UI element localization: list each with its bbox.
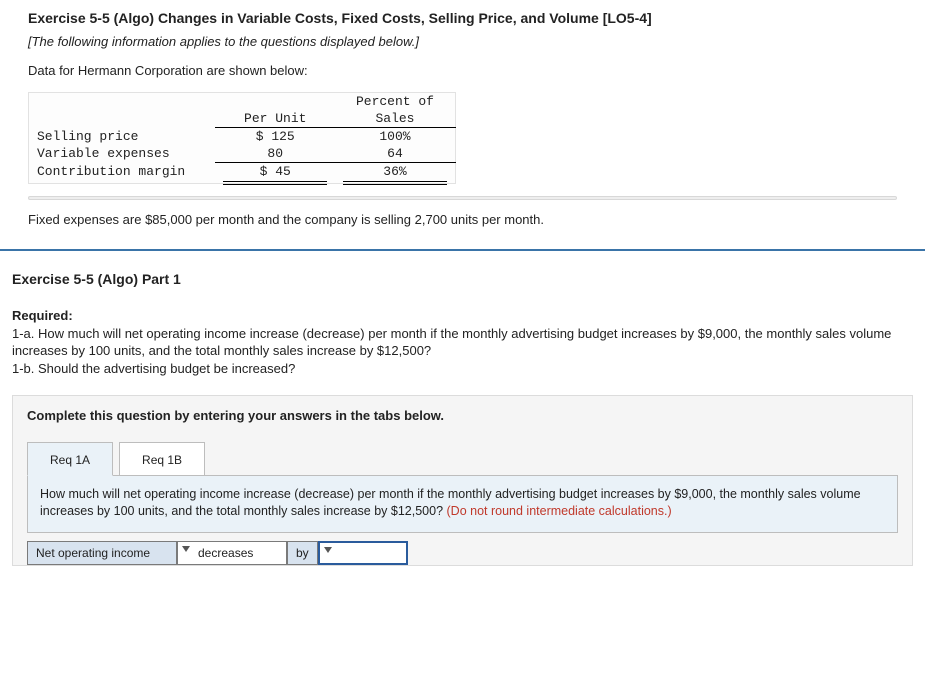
tab-body: How much will net operating income incre… xyxy=(27,475,898,533)
exercise-intro: Data for Hermann Corporation are shown b… xyxy=(28,63,897,78)
row-margin-pct: 36% xyxy=(335,163,455,181)
answer-by-label: by xyxy=(287,541,318,565)
answer-amount-input[interactable] xyxy=(318,541,408,565)
row-selling-unit: $ 125 xyxy=(215,128,335,146)
exercise-title: Exercise 5-5 (Algo) Changes in Variable … xyxy=(28,10,897,26)
answer-direction-select[interactable]: decreases xyxy=(177,541,287,565)
tab-req-1b[interactable]: Req 1B xyxy=(119,442,205,476)
row-selling-label: Selling price xyxy=(29,128,216,146)
applies-note: [The following information applies to th… xyxy=(28,34,897,49)
row-variable-unit: 80 xyxy=(215,145,335,163)
question-1a: 1-a. How much will net operating income … xyxy=(12,325,913,360)
header-per-unit: Per Unit xyxy=(215,110,335,128)
data-table: Percent of Per Unit Sales Selling price … xyxy=(28,92,456,184)
answer-row: Net operating income decreases by xyxy=(27,541,898,565)
row-margin-unit: $ 45 xyxy=(215,163,335,181)
row-margin-label: Contribution margin xyxy=(29,163,216,181)
question-1b: 1-b. Should the advertising budget be in… xyxy=(12,360,913,378)
fixed-expenses-line: Fixed expenses are $85,000 per month and… xyxy=(28,212,897,227)
tab-body-note: (Do not round intermediate calculations.… xyxy=(447,504,672,518)
answer-panel: Complete this question by entering your … xyxy=(12,395,913,566)
header-percent-of: Percent of xyxy=(335,93,455,111)
answer-label: Net operating income xyxy=(27,541,177,565)
row-variable-pct: 64 xyxy=(335,145,455,163)
panel-instructions: Complete this question by entering your … xyxy=(13,396,912,441)
required-label: Required: xyxy=(12,307,913,325)
row-selling-pct: 100% xyxy=(335,128,455,146)
exercise-info: Exercise 5-5 (Algo) Changes in Variable … xyxy=(0,0,925,251)
tab-req-1a[interactable]: Req 1A xyxy=(27,442,113,476)
part-heading: Exercise 5-5 (Algo) Part 1 xyxy=(0,251,925,293)
row-variable-label: Variable expenses xyxy=(29,145,216,163)
header-sales: Sales xyxy=(335,110,455,128)
double-rule-icon xyxy=(343,181,447,182)
required-block: Required: 1-a. How much will net operati… xyxy=(0,293,925,387)
answer-direction-value: decreases xyxy=(198,546,253,560)
double-rule-icon xyxy=(223,181,327,182)
progress-bar xyxy=(28,196,897,200)
tabs: Req 1A Req 1B xyxy=(13,441,912,475)
